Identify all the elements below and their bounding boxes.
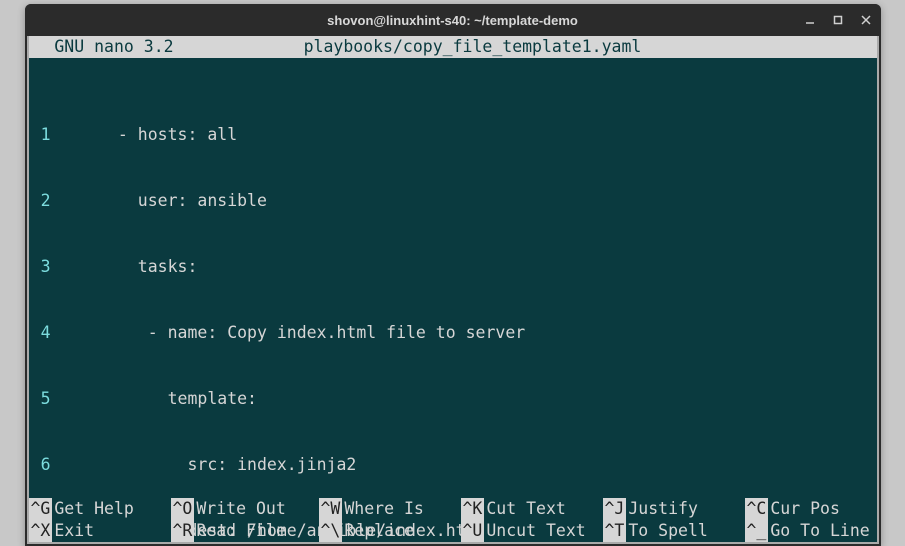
shortcut-key: ^_	[745, 520, 769, 542]
line-number: 1	[29, 124, 53, 146]
titlebar: shovon@linuxhint-s40: ~/template-demo	[25, 4, 881, 36]
shortcut-label: Cut Text	[484, 498, 565, 520]
shortcut-label: Uncut Text	[484, 520, 585, 542]
shortcut-label: Get Help	[52, 498, 133, 520]
shortcut-label: To Spell	[626, 520, 707, 542]
code-line: src: index.jinja2	[108, 454, 877, 476]
maximize-button[interactable]	[831, 13, 845, 27]
editor-body: 1 2 3 4 5 6 7 8 9 10 11 12 - hosts: all …	[29, 58, 877, 476]
code-line: tasks:	[108, 256, 877, 278]
shortcut-key: ^X	[29, 520, 53, 542]
shortcut-key: ^W	[319, 498, 343, 520]
shortcut-key: ^J	[603, 498, 627, 520]
window-controls	[803, 13, 873, 27]
close-button[interactable]	[859, 13, 873, 27]
shortcut-label: Read File	[194, 520, 285, 542]
shortcut-replace: ^\Replace	[319, 520, 461, 542]
shortcut-to-spell: ^TTo Spell	[603, 520, 745, 542]
line-number: 3	[29, 256, 53, 278]
shortcut-key: ^K	[461, 498, 485, 520]
code-line: user: ansible	[108, 190, 877, 212]
shortcut-write-out: ^OWrite Out	[171, 498, 319, 520]
nano-filename: playbooks/copy_file_template1.yaml	[304, 36, 642, 58]
shortcut-row-2: ^XExit ^RRead File ^\Replace ^UUncut Tex…	[29, 520, 877, 542]
line-number-gutter: 1 2 3 4 5 6 7 8 9 10 11 12	[29, 58, 108, 476]
shortcut-where-is: ^WWhere Is	[319, 498, 461, 520]
shortcut-key: ^\	[319, 520, 343, 542]
shortcut-label: Where Is	[342, 498, 423, 520]
shortcut-key: ^C	[745, 498, 769, 520]
line-number: 2	[29, 190, 53, 212]
shortcut-label: Cur Pos	[768, 498, 840, 520]
shortcut-key: ^T	[603, 520, 627, 542]
shortcut-key: ^G	[29, 498, 53, 520]
shortcut-justify: ^JJustify	[603, 498, 745, 520]
shortcut-read-file: ^RRead File	[171, 520, 319, 542]
shortcut-row-1: ^GGet Help ^OWrite Out ^WWhere Is ^KCut …	[29, 498, 877, 520]
shortcut-go-to-line: ^_Go To Line	[745, 520, 881, 542]
code-line: - hosts: all	[108, 124, 877, 146]
code-line: - name: Copy index.html file to server	[108, 322, 877, 344]
minimize-button[interactable]	[803, 13, 817, 27]
line-number: 4	[29, 322, 53, 344]
nano-header: GNU nano 3.2 playbooks/copy_file_templat…	[29, 36, 877, 58]
shortcut-label: Replace	[342, 520, 414, 542]
shortcut-exit: ^XExit	[29, 520, 171, 542]
shortcut-get-help: ^GGet Help	[29, 498, 171, 520]
code-area[interactable]: - hosts: all user: ansible tasks: - name…	[108, 58, 877, 476]
shortcut-label: Write Out	[194, 498, 285, 520]
nano-shortcuts: ^GGet Help ^OWrite Out ^WWhere Is ^KCut …	[29, 498, 877, 542]
shortcut-key: ^R	[171, 520, 195, 542]
shortcut-key: ^U	[461, 520, 485, 542]
code-line: template:	[108, 388, 877, 410]
shortcut-uncut-text: ^UUncut Text	[461, 520, 603, 542]
shortcut-label: Exit	[52, 520, 94, 542]
terminal-window: shovon@linuxhint-s40: ~/template-demo GN…	[25, 4, 881, 546]
terminal-area[interactable]: GNU nano 3.2 playbooks/copy_file_templat…	[27, 36, 879, 544]
line-number: 6	[29, 454, 53, 476]
shortcut-cur-pos: ^CCur Pos	[745, 498, 881, 520]
shortcut-key: ^O	[171, 498, 195, 520]
shortcut-cut-text: ^KCut Text	[461, 498, 603, 520]
nano-version: GNU nano 3.2	[29, 36, 174, 58]
window-title: shovon@linuxhint-s40: ~/template-demo	[327, 13, 578, 28]
shortcut-label: Go To Line	[768, 520, 869, 542]
line-number: 5	[29, 388, 53, 410]
shortcut-label: Justify	[626, 498, 698, 520]
